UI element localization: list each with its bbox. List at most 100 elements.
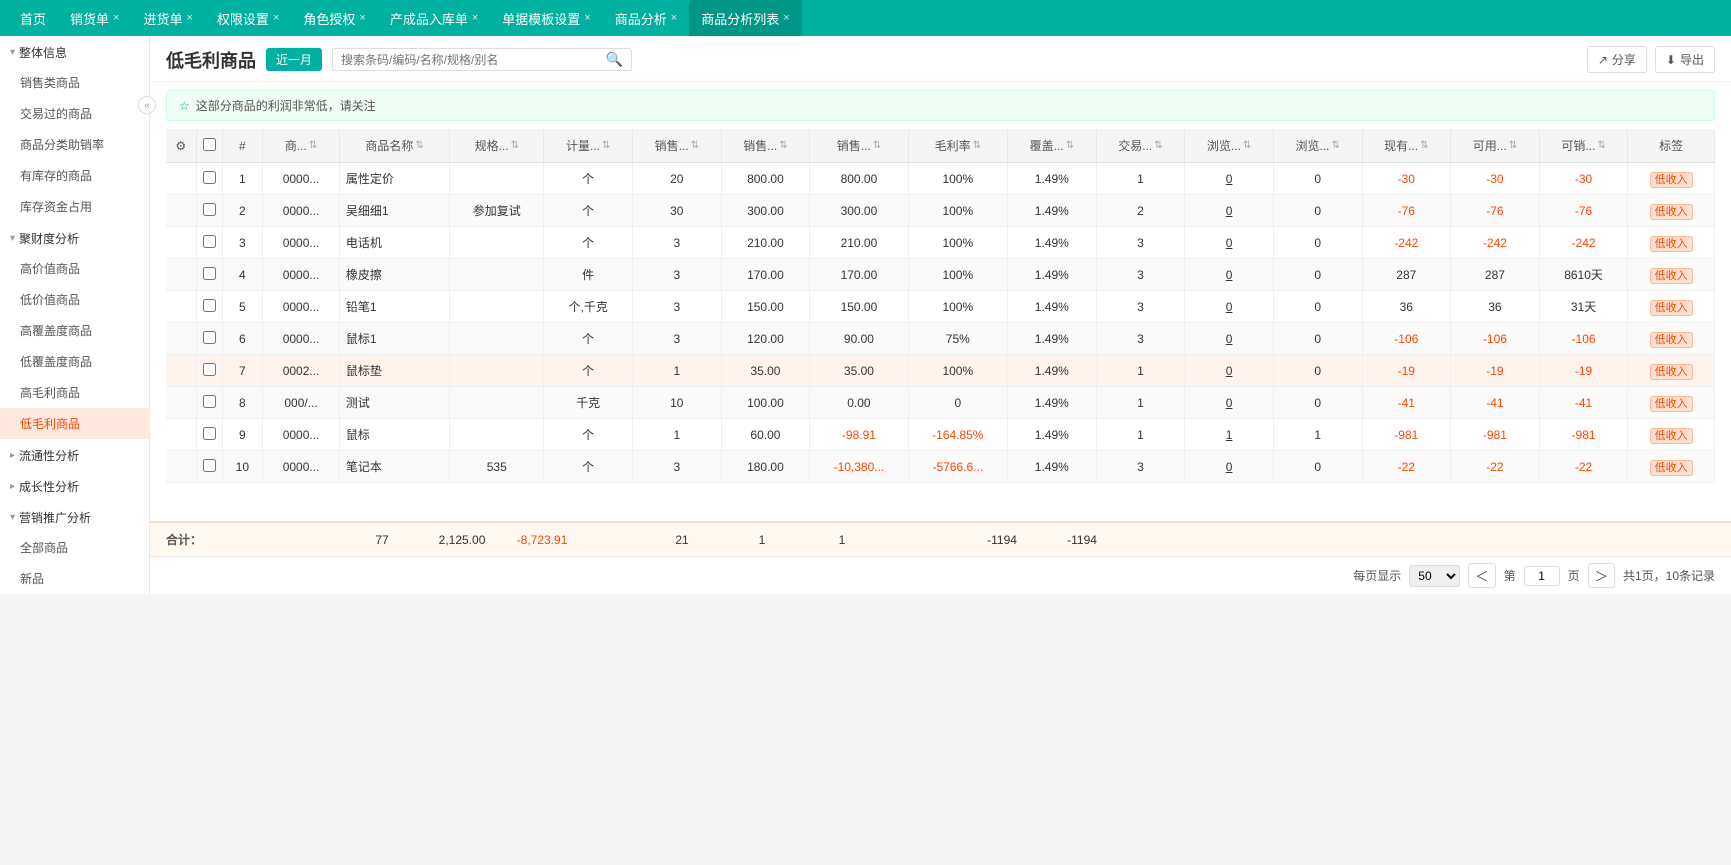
cell-trade[interactable]: 0: [1185, 355, 1274, 387]
th-spec[interactable]: 规格...⇅: [450, 129, 544, 163]
nav-item-角色授权[interactable]: 角色授权×: [291, 0, 377, 36]
cell-trade[interactable]: 0: [1185, 323, 1274, 355]
th-sale-price[interactable]: 销售...⇅: [721, 129, 810, 163]
th-browse2[interactable]: 浏览...⇅: [1273, 129, 1362, 163]
row-checkbox-8[interactable]: [203, 427, 216, 440]
close-tab-icon[interactable]: ×: [186, 12, 192, 24]
th-trade[interactable]: 交易...⇅: [1096, 129, 1185, 163]
sidebar-item-新品[interactable]: 新品: [0, 563, 149, 594]
sidebar-item-交易过的商品[interactable]: 交易过的商品: [0, 98, 149, 129]
cell-trade[interactable]: 0: [1185, 387, 1274, 419]
sidebar-collapse-button[interactable]: «: [138, 96, 156, 114]
row-checkbox-7[interactable]: [203, 395, 216, 408]
row-checkbox-1[interactable]: [203, 203, 216, 216]
th-settings[interactable]: ⚙: [166, 129, 196, 163]
th-tag[interactable]: 标签: [1628, 129, 1715, 163]
export-button[interactable]: ⬇ 导出: [1655, 46, 1715, 73]
nav-item-权限设置[interactable]: 权限设置×: [205, 0, 291, 36]
cell-checkbox[interactable]: [196, 163, 222, 195]
cell-checkbox[interactable]: [196, 451, 222, 483]
close-tab-icon[interactable]: ×: [671, 12, 677, 24]
sidebar-item-低覆盖度商品[interactable]: 低覆盖度商品: [0, 346, 149, 377]
cell-checkbox[interactable]: [196, 227, 222, 259]
sidebar-item-全部商品[interactable]: 全部商品: [0, 532, 149, 563]
close-tab-icon[interactable]: ×: [359, 12, 365, 24]
sidebar-item-高覆盖度商品[interactable]: 高覆盖度商品: [0, 315, 149, 346]
cell-trade[interactable]: 0: [1185, 291, 1274, 323]
th-sale-qty[interactable]: 销售...⇅: [633, 129, 722, 163]
nav-item-首页[interactable]: 首页: [8, 0, 58, 36]
th-code[interactable]: 商...⇅: [263, 129, 340, 163]
cell-settings[interactable]: [166, 291, 196, 323]
row-checkbox-5[interactable]: [203, 331, 216, 344]
next-page-button[interactable]: ＞: [1588, 563, 1615, 588]
time-filter-button[interactable]: 近一月: [266, 48, 322, 71]
nav-item-销货单[interactable]: 销货单×: [58, 0, 131, 36]
sidebar-item-低价值商品[interactable]: 低价值商品: [0, 284, 149, 315]
th-stock[interactable]: 现有...⇅: [1362, 129, 1451, 163]
sidebar-section-2[interactable]: ▸流通性分析: [0, 439, 149, 470]
cell-checkbox[interactable]: [196, 387, 222, 419]
cell-trade[interactable]: 0: [1185, 163, 1274, 195]
search-input[interactable]: [341, 53, 606, 67]
cell-checkbox[interactable]: [196, 195, 222, 227]
cell-settings[interactable]: [166, 387, 196, 419]
sidebar-item-销售类商品[interactable]: 销售类商品: [0, 67, 149, 98]
cell-settings[interactable]: [166, 163, 196, 195]
th-profit-rate[interactable]: 毛利率⇅: [908, 129, 1007, 163]
cell-settings[interactable]: [166, 227, 196, 259]
nav-item-进货单[interactable]: 进货单×: [131, 0, 204, 36]
row-checkbox-9[interactable]: [203, 459, 216, 472]
cell-checkbox[interactable]: [196, 323, 222, 355]
row-checkbox-2[interactable]: [203, 235, 216, 248]
th-sale-profit[interactable]: 销售...⇅: [810, 129, 908, 163]
th-name[interactable]: 商品名称⇅: [339, 129, 449, 163]
th-available[interactable]: 可用...⇅: [1451, 129, 1540, 163]
close-tab-icon[interactable]: ×: [113, 12, 119, 24]
page-size-select[interactable]: 50 100 200: [1409, 565, 1460, 587]
cell-trade[interactable]: 0: [1185, 227, 1274, 259]
nav-item-产成品入库单[interactable]: 产成品入库单×: [378, 0, 490, 36]
share-button[interactable]: ↗ 分享: [1587, 46, 1647, 73]
close-tab-icon[interactable]: ×: [273, 12, 279, 24]
sidebar-section-0[interactable]: ▾整体信息: [0, 36, 149, 67]
close-tab-icon[interactable]: ×: [472, 12, 478, 24]
page-number-input[interactable]: [1524, 566, 1560, 586]
cell-settings[interactable]: [166, 259, 196, 291]
th-cover[interactable]: 覆盖...⇅: [1008, 129, 1097, 163]
row-checkbox-3[interactable]: [203, 267, 216, 280]
cell-settings[interactable]: [166, 195, 196, 227]
select-all-checkbox[interactable]: [203, 138, 216, 151]
th-checkbox[interactable]: [196, 129, 222, 163]
cell-trade[interactable]: 0: [1185, 451, 1274, 483]
nav-item-商品分析[interactable]: 商品分析×: [603, 0, 689, 36]
row-checkbox-6[interactable]: [203, 363, 216, 376]
cell-checkbox[interactable]: [196, 419, 222, 451]
sidebar-section-3[interactable]: ▸成长性分析: [0, 470, 149, 501]
prev-page-button[interactable]: ＜: [1468, 563, 1495, 588]
cell-settings[interactable]: [166, 451, 196, 483]
th-browse1[interactable]: 浏览...⇅: [1185, 129, 1274, 163]
close-tab-icon[interactable]: ×: [584, 12, 590, 24]
sidebar-item-库存资金占用[interactable]: 库存资金占用: [0, 191, 149, 222]
row-checkbox-0[interactable]: [203, 171, 216, 184]
cell-checkbox[interactable]: [196, 291, 222, 323]
th-unit[interactable]: 计量...⇅: [544, 129, 633, 163]
sidebar-item-商品分类助销率[interactable]: 商品分类助销率: [0, 129, 149, 160]
cell-checkbox[interactable]: [196, 355, 222, 387]
sidebar-item-低毛利商品[interactable]: 低毛利商品: [0, 408, 149, 439]
nav-item-单据模板设置[interactable]: 单据模板设置×: [490, 0, 602, 36]
cell-trade[interactable]: 0: [1185, 195, 1274, 227]
cell-checkbox[interactable]: [196, 259, 222, 291]
cell-trade[interactable]: 1: [1185, 419, 1274, 451]
sidebar-section-4[interactable]: ▾营销推广分析: [0, 501, 149, 532]
close-tab-icon[interactable]: ×: [783, 12, 789, 24]
sidebar-section-1[interactable]: ▾聚财度分析: [0, 222, 149, 253]
cell-settings[interactable]: [166, 323, 196, 355]
nav-item-商品分析列表[interactable]: 商品分析列表×: [689, 0, 801, 36]
sidebar-item-有库存的商品[interactable]: 有库存的商品: [0, 160, 149, 191]
cell-trade[interactable]: 0: [1185, 259, 1274, 291]
row-checkbox-4[interactable]: [203, 299, 216, 312]
cell-settings[interactable]: [166, 355, 196, 387]
sidebar-item-高毛利商品[interactable]: 高毛利商品: [0, 377, 149, 408]
